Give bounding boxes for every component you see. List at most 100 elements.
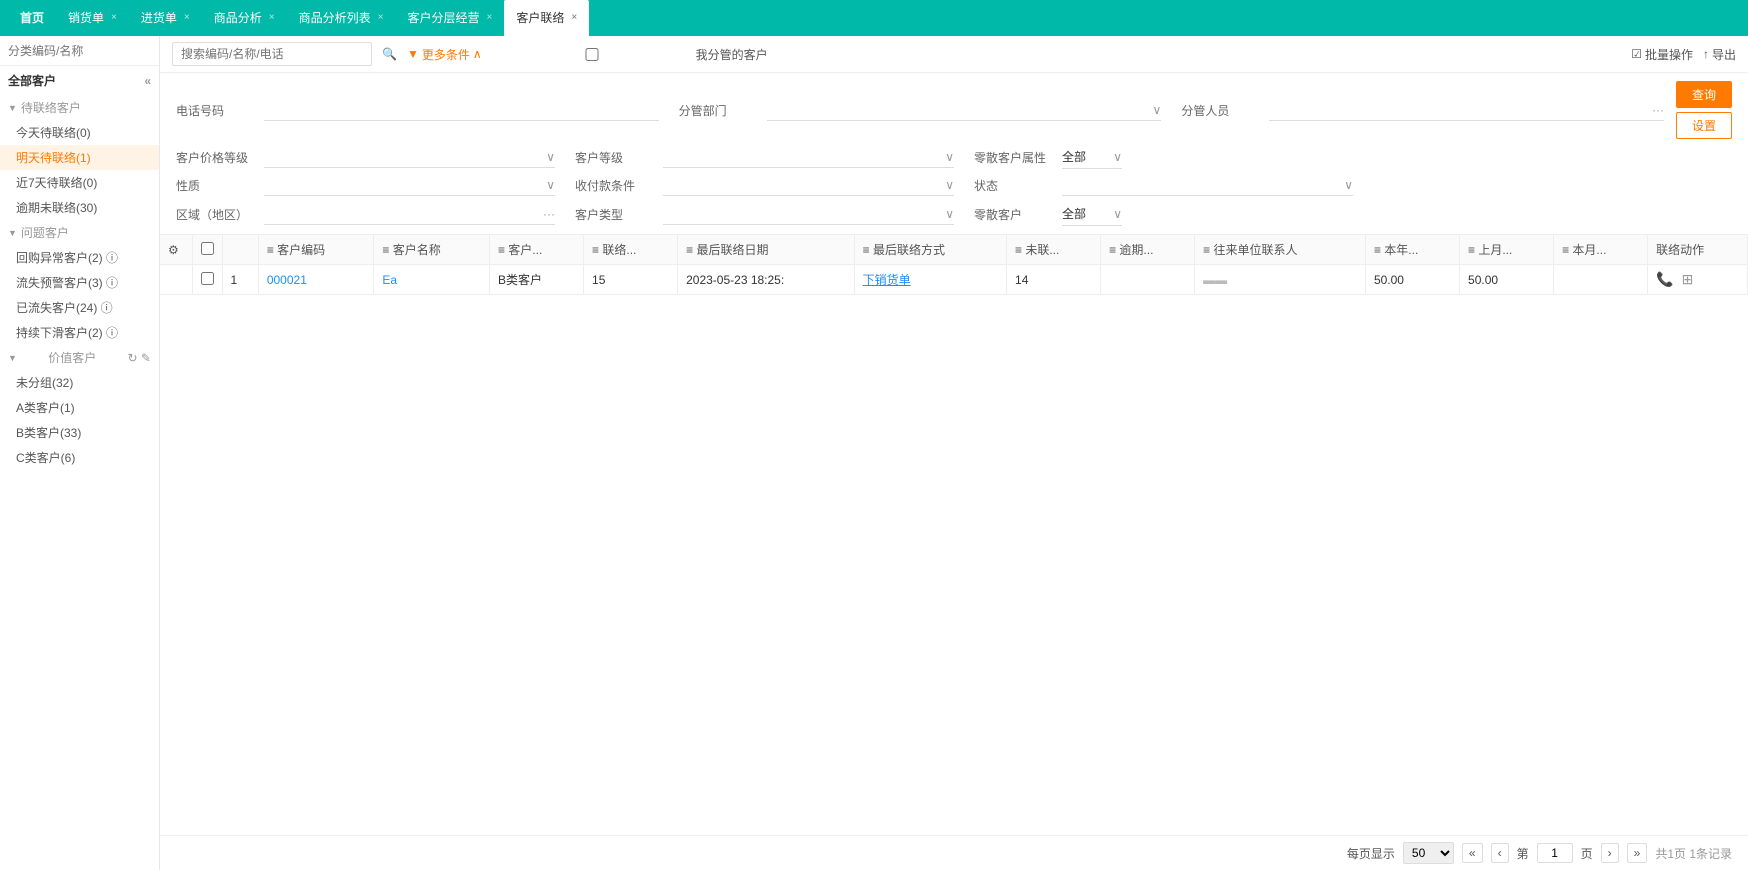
filter-region-label: 区域（地区）: [176, 206, 256, 223]
setting-button[interactable]: 设置: [1676, 112, 1732, 139]
export-button[interactable]: ↑ 导出: [1703, 46, 1736, 63]
th-this-month[interactable]: ≡ 本月...: [1554, 235, 1648, 265]
filter-customer-level-select[interactable]: ∨: [663, 147, 954, 168]
th-name[interactable]: ≡ 客户名称: [374, 235, 490, 265]
nav-product-analysis-list[interactable]: 商品分析列表 ×: [287, 0, 396, 36]
filter-scattered-label: 零散客户: [974, 206, 1054, 223]
close-customer-contact-icon[interactable]: ×: [571, 0, 577, 36]
per-page-select[interactable]: 50 100 200: [1403, 842, 1454, 864]
filter-dept-select[interactable]: ∨: [767, 100, 1162, 121]
th-unit-contact[interactable]: ≡ 往来单位联系人: [1195, 235, 1366, 265]
th-code[interactable]: ≡ 客户编码: [258, 235, 374, 265]
per-page-label: 每页显示: [1347, 845, 1395, 862]
sidebar-item-a-class[interactable]: A类客户(1): [0, 395, 159, 420]
close-purchase-icon[interactable]: ×: [184, 0, 190, 36]
phone-action-icon[interactable]: 📞: [1656, 271, 1673, 288]
close-product-analysis-list-icon[interactable]: ×: [378, 0, 384, 36]
filter-customer-type-select[interactable]: ∨: [663, 204, 954, 225]
sidebar-search-bar: 🔍: [0, 36, 159, 66]
sidebar-item-today[interactable]: 今天待联络(0): [0, 120, 159, 145]
td-type: B类客户: [489, 265, 583, 295]
last-method-link[interactable]: 下销货单: [863, 273, 911, 287]
sidebar-item-repurchase-abnormal[interactable]: 回购异常客户(2) ⓘ: [0, 245, 159, 270]
td-code[interactable]: 000021: [258, 265, 374, 295]
filter-phone-input[interactable]: [264, 100, 659, 121]
th-action: 联络动作: [1648, 235, 1748, 265]
filter-panel: 电话号码 分管部门 ∨ 分管人员 ···: [160, 73, 1748, 235]
query-button[interactable]: 查询: [1676, 81, 1732, 108]
filter-status-select[interactable]: ∨: [1062, 175, 1353, 196]
sidebar-item-7days[interactable]: 近7天待联络(0): [0, 170, 159, 195]
th-last-month[interactable]: ≡ 上月...: [1460, 235, 1554, 265]
filter-row-2: 客户价格等级 ∨ 客户等级 ∨ 零散客户属性: [176, 145, 1732, 169]
sidebar-item-c-class[interactable]: C类客户(6): [0, 445, 159, 470]
my-customers-label: 我分管的客户: [492, 46, 768, 63]
next-page-button[interactable]: ›: [1601, 843, 1619, 863]
filter-customer-type-arrow: ∨: [945, 207, 954, 221]
filter-manager: 分管人员 ···: [1181, 100, 1664, 121]
filter-payment-select[interactable]: ∨: [663, 175, 954, 196]
th-last-method[interactable]: ≡ 最后联络方式: [854, 235, 1006, 265]
td-name[interactable]: Ea: [374, 265, 490, 295]
nav-home[interactable]: 首页: [8, 0, 56, 36]
filter-manager-dots: ···: [1652, 103, 1664, 117]
filter-scattered-attr-label: 零散客户属性: [974, 149, 1054, 166]
nav-customer-layered[interactable]: 客户分层经营 ×: [395, 0, 504, 36]
nav-product-analysis[interactable]: 商品分析 ×: [202, 0, 287, 36]
filter-scattered-attr-select[interactable]: 全部 ∨: [1062, 145, 1122, 169]
sidebar-item-tomorrow[interactable]: 明天待联络(1): [0, 145, 159, 170]
filter-customer-level-arrow: ∨: [945, 150, 954, 164]
first-page-button[interactable]: «: [1462, 843, 1483, 863]
th-type[interactable]: ≡ 客户...: [489, 235, 583, 265]
th-overdue[interactable]: ≡ 逾期...: [1101, 235, 1195, 265]
sidebar-group-value[interactable]: 价值客户 ↻ ✎: [0, 345, 159, 370]
pagination: 每页显示 50 100 200 « ‹ 第 页 › » 共1页 1条记录: [160, 835, 1748, 870]
page-number-input[interactable]: [1537, 843, 1573, 863]
filter-scattered-select[interactable]: 全部 ∨: [1062, 202, 1122, 226]
th-contact-count[interactable]: ≡ 联络...: [584, 235, 678, 265]
close-product-analysis-icon[interactable]: ×: [269, 0, 275, 36]
total-info: 共1页 1条记录: [1655, 845, 1732, 862]
my-customers-checkbox[interactable]: [492, 48, 692, 61]
sidebar-item-overdue[interactable]: 逾期未联络(30): [0, 195, 159, 220]
sidebar-group-problem[interactable]: 问题客户: [0, 220, 159, 245]
batch-operation-button[interactable]: ☑ 批量操作: [1631, 46, 1693, 63]
th-last-date[interactable]: ≡ 最后联络日期: [678, 235, 855, 265]
grid-action-icon[interactable]: ⊞: [1682, 271, 1694, 288]
th-year[interactable]: ≡ 本年...: [1365, 235, 1459, 265]
last-page-button[interactable]: »: [1627, 843, 1648, 863]
sidebar-item-ungrouped[interactable]: 未分组(32): [0, 370, 159, 395]
filter-nature-select[interactable]: ∨: [264, 175, 555, 196]
td-year: 50.00: [1365, 265, 1459, 295]
filter-scattered-arrow: ∨: [1113, 207, 1122, 221]
filter-scattered-attr-arrow: ∨: [1113, 150, 1122, 164]
filter-region-select[interactable]: ···: [264, 204, 555, 225]
th-unlinked[interactable]: ≡ 未联...: [1007, 235, 1101, 265]
close-sales-icon[interactable]: ×: [111, 0, 117, 36]
sidebar-item-declining[interactable]: 持续下滑客户(2) ⓘ: [0, 320, 159, 345]
select-all-checkbox[interactable]: [201, 242, 214, 255]
sidebar-item-lost-warning[interactable]: 流失预警客户(3) ⓘ: [0, 270, 159, 295]
prev-page-button[interactable]: ‹: [1491, 843, 1509, 863]
sidebar-group-pending[interactable]: 待联络客户: [0, 95, 159, 120]
th-gear[interactable]: ⚙: [160, 235, 192, 265]
sidebar-search-input[interactable]: [8, 44, 160, 58]
filter-manager-select[interactable]: ···: [1269, 100, 1664, 121]
search-button[interactable]: 🔍: [382, 47, 397, 61]
export-icon: ↑: [1703, 47, 1709, 61]
filter-row-1: 电话号码 分管部门 ∨ 分管人员 ···: [176, 81, 1732, 139]
nav-customer-contact[interactable]: 客户联络 ×: [504, 0, 589, 36]
sidebar-all-customers[interactable]: 全部客户 «: [0, 66, 159, 95]
close-customer-layered-icon[interactable]: ×: [486, 0, 492, 36]
filter-status-arrow: ∨: [1344, 178, 1353, 192]
sidebar-item-b-class[interactable]: B类客户(33): [0, 420, 159, 445]
nav-sales[interactable]: 销货单 ×: [56, 0, 129, 36]
search-input[interactable]: [172, 42, 372, 66]
sidebar-item-lost[interactable]: 已流失客户(24) ⓘ: [0, 295, 159, 320]
row-checkbox[interactable]: [201, 272, 214, 285]
more-filter-button[interactable]: ▼ 更多条件 ∧: [407, 46, 482, 63]
filter-customer-type: 客户类型 ∨: [575, 204, 954, 225]
table-row: 1 000021 Ea B类客户 15 2023-05-23 18:25: 下销…: [160, 265, 1748, 295]
filter-price-level-select[interactable]: ∨: [264, 147, 555, 168]
nav-purchase[interactable]: 进货单 ×: [129, 0, 202, 36]
